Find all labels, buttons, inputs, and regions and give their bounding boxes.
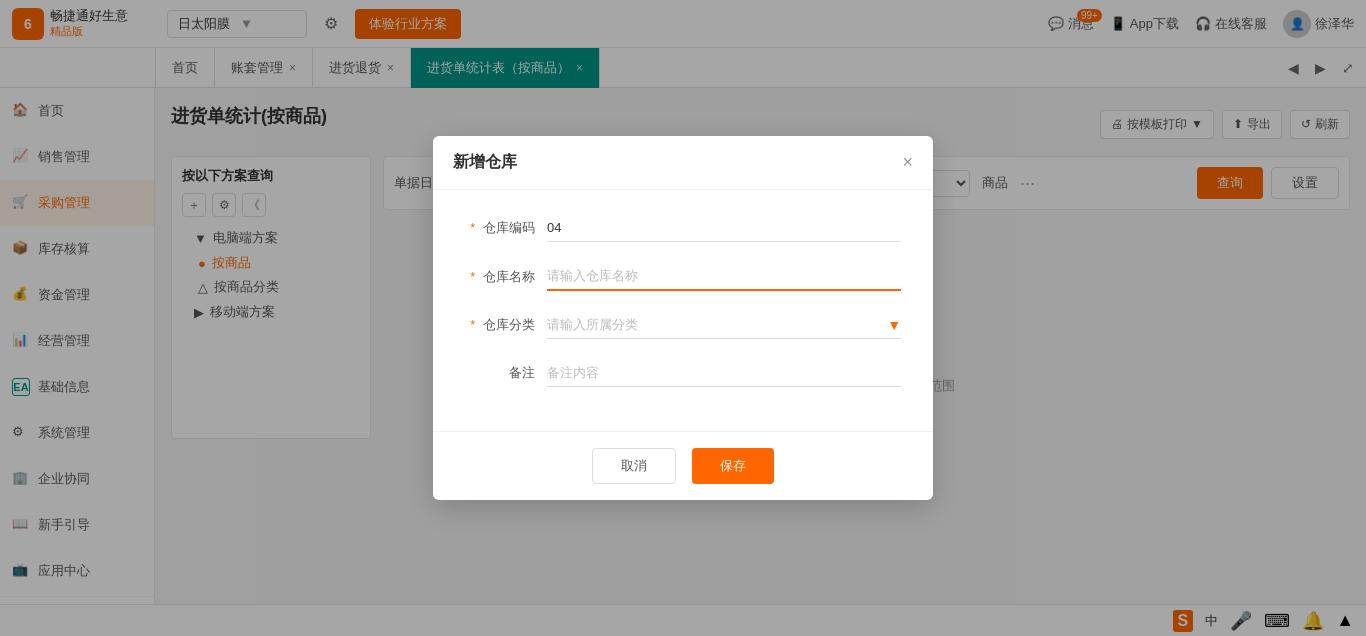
required-code: * xyxy=(470,220,475,235)
form-label-code: * 仓库编码 xyxy=(465,219,535,237)
warehouse-code-input[interactable] xyxy=(547,214,901,242)
modal-body: * 仓库编码 * 仓库名称 * 仓库分类 ▼ xyxy=(433,190,933,431)
form-label-name: * 仓库名称 xyxy=(465,268,535,286)
modal-close-icon[interactable]: × xyxy=(902,152,913,173)
category-dropdown-icon[interactable]: ▼ xyxy=(887,317,901,333)
form-row-note: 备注 xyxy=(465,359,901,387)
form-row-code: * 仓库编码 xyxy=(465,214,901,242)
form-label-category: * 仓库分类 xyxy=(465,316,535,334)
form-label-note: 备注 xyxy=(465,364,535,382)
modal-footer: 取消 保存 xyxy=(433,431,933,500)
warehouse-name-input[interactable] xyxy=(547,262,901,291)
required-category: * xyxy=(470,317,475,332)
modal-title: 新增仓库 xyxy=(453,152,517,173)
form-row-category: * 仓库分类 ▼ xyxy=(465,311,901,339)
save-button[interactable]: 保存 xyxy=(692,448,774,484)
cancel-button[interactable]: 取消 xyxy=(592,448,676,484)
warehouse-note-input[interactable] xyxy=(547,359,901,387)
category-select-wrapper: ▼ xyxy=(547,311,901,339)
required-name: * xyxy=(470,269,475,284)
warehouse-category-input[interactable] xyxy=(547,311,887,338)
modal-header: 新增仓库 × xyxy=(433,136,933,190)
form-row-name: * 仓库名称 xyxy=(465,262,901,291)
new-warehouse-modal: 新增仓库 × * 仓库编码 * 仓库名称 * 仓库分类 xyxy=(433,136,933,500)
